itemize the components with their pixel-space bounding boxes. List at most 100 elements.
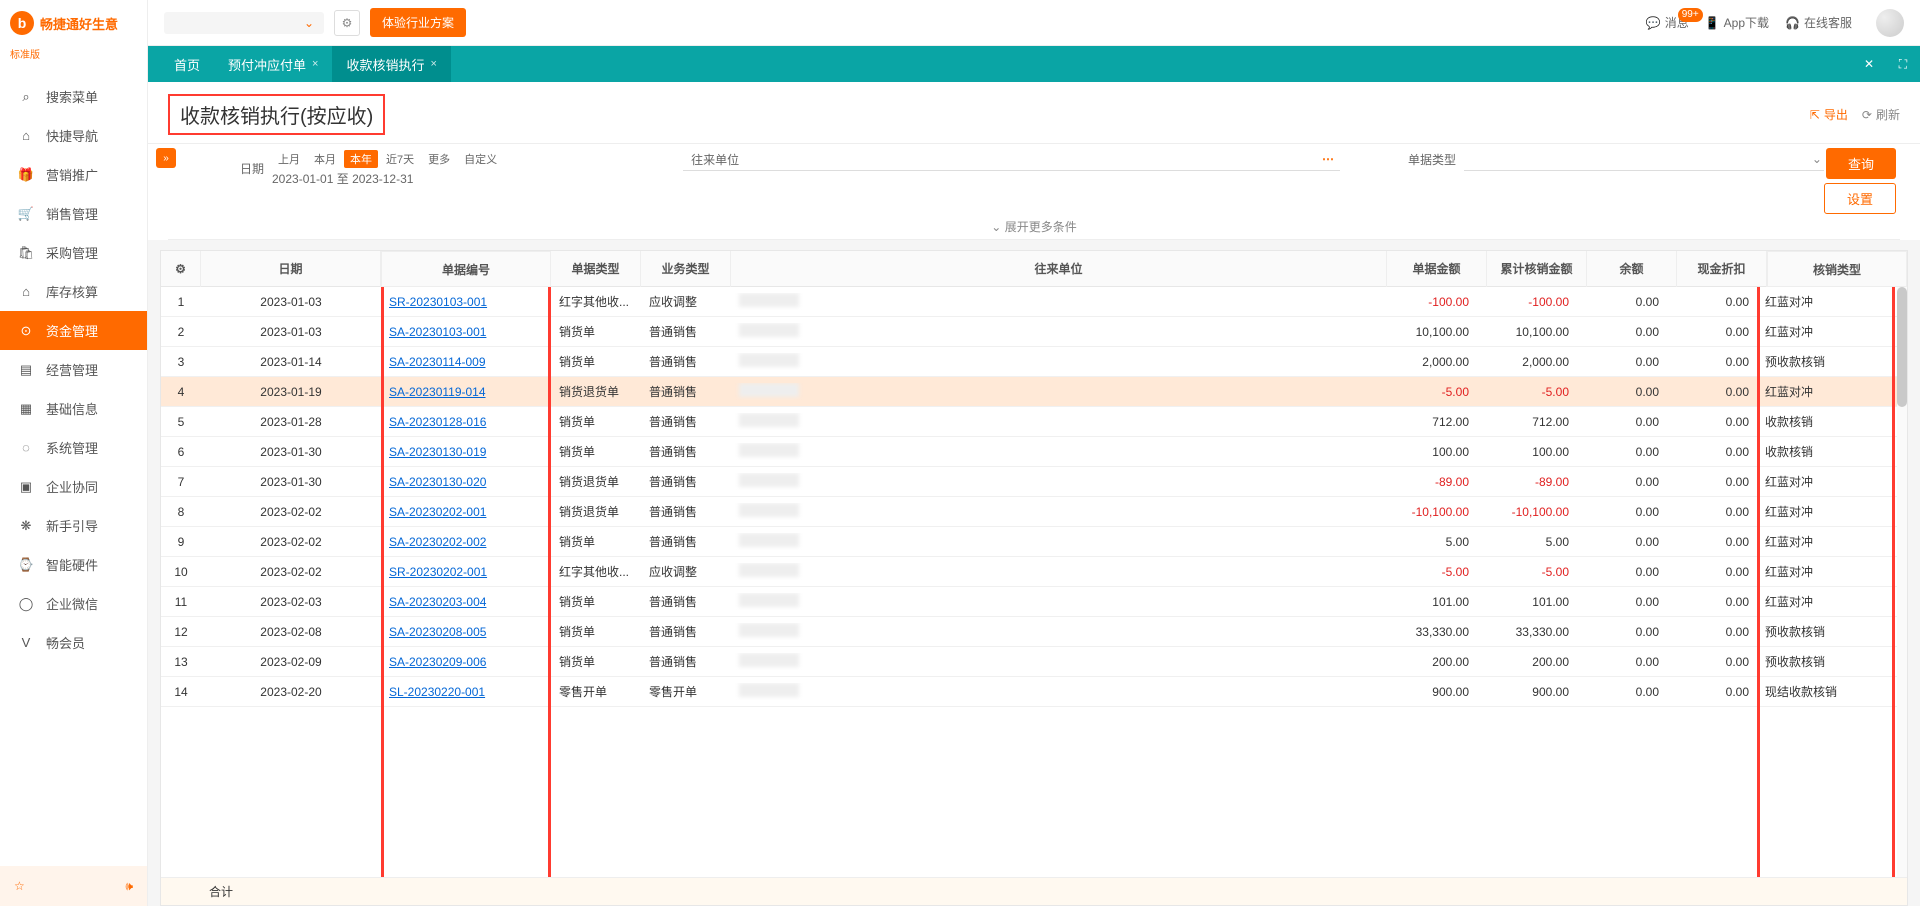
sidebar-item-14[interactable]: V畅会员: [0, 623, 147, 662]
table-row[interactable]: 92023-02-02SA-20230202-002销货单普通销售5.005.0…: [161, 527, 1897, 557]
avatar[interactable]: [1876, 9, 1904, 37]
doc-link[interactable]: SA-20230119-014: [389, 385, 486, 399]
wechat-icon: ◯: [18, 596, 34, 612]
tab-1[interactable]: 预付冲应付单×: [214, 46, 332, 82]
cell-date: 2023-02-20: [201, 685, 381, 699]
tab-2[interactable]: 收款核销执行×: [332, 46, 450, 82]
col-date[interactable]: 日期: [201, 251, 381, 287]
date-pill-3[interactable]: 近7天: [380, 150, 420, 168]
date-pill-1[interactable]: 本月: [308, 150, 342, 168]
col-doc-no[interactable]: 单据编号: [381, 251, 551, 287]
cell-doc-type: 销货退货单: [551, 503, 641, 520]
export-button[interactable]: ⇱ 导出: [1810, 106, 1848, 123]
cell-doc-no: SA-20230202-002: [381, 535, 551, 549]
sidebar-item-0[interactable]: ⌕搜索菜单: [0, 77, 147, 116]
col-cum-writeoff[interactable]: 累计核销金额: [1487, 251, 1587, 287]
tab-0[interactable]: 首页: [160, 46, 214, 82]
date-pill-4[interactable]: 更多: [422, 150, 456, 168]
col-doc-type[interactable]: 单据类型: [551, 251, 641, 287]
table-row[interactable]: 142023-02-20SL-20230220-001零售开单零售开单900.0…: [161, 677, 1897, 707]
table-row[interactable]: 132023-02-09SA-20230209-006销货单普通销售200.00…: [161, 647, 1897, 677]
table-row[interactable]: 72023-01-30SA-20230130-020销货退货单普通销售-89.0…: [161, 467, 1897, 497]
sidebar-item-5[interactable]: ⌂库存核算: [0, 272, 147, 311]
sidebar-item-label: 销售管理: [46, 204, 98, 223]
date-pill-2[interactable]: 本年: [344, 150, 378, 168]
sidebar-item-1[interactable]: ⌂快捷导航: [0, 116, 147, 155]
table-row[interactable]: 82023-02-02SA-20230202-001销货退货单普通销售-10,1…: [161, 497, 1897, 527]
app-download-link[interactable]: 📱App下载: [1705, 14, 1769, 31]
partner-input[interactable]: [739, 148, 1316, 170]
star-icon[interactable]: ☆: [14, 879, 25, 893]
online-service-link[interactable]: 🎧在线客服: [1785, 14, 1852, 31]
sidebar-item-3[interactable]: 🛒销售管理: [0, 194, 147, 233]
collapse-filter-button[interactable]: »: [156, 148, 176, 168]
sidebar-item-2[interactable]: 🎁营销推广: [0, 155, 147, 194]
sound-icon[interactable]: 🕪: [125, 879, 133, 894]
col-settings-icon[interactable]: ⚙: [161, 251, 201, 287]
sidebar-item-8[interactable]: ▦基础信息: [0, 389, 147, 428]
cell-doc-no: SA-20230208-005: [381, 625, 551, 639]
doc-link[interactable]: SA-20230128-016: [389, 415, 486, 429]
table-row[interactable]: 52023-01-28SA-20230128-016销货单普通销售712.007…: [161, 407, 1897, 437]
doc-link[interactable]: SA-20230114-009: [389, 355, 486, 369]
doc-link[interactable]: SR-20230103-001: [389, 295, 487, 309]
col-partner[interactable]: 往来单位: [731, 251, 1387, 287]
expand-conditions[interactable]: ⌄ 展开更多条件: [168, 214, 1900, 240]
table-row[interactable]: 102023-02-02SR-20230202-001红字其他收...应收调整-…: [161, 557, 1897, 587]
sidebar-item-6[interactable]: ⊙资金管理: [0, 311, 147, 350]
col-biz-kind[interactable]: 业务类型: [641, 251, 731, 287]
doctype-select[interactable]: ⌄: [1464, 148, 1824, 171]
cell-cum: -5.00: [1477, 385, 1577, 399]
cell-date: 2023-02-02: [201, 505, 381, 519]
doc-link[interactable]: SA-20230103-001: [389, 325, 486, 339]
sidebar-item-13[interactable]: ◯企业微信: [0, 584, 147, 623]
doc-link[interactable]: SA-20230130-019: [389, 445, 486, 459]
doc-link[interactable]: SA-20230130-020: [389, 475, 486, 489]
doc-link[interactable]: SR-20230202-001: [389, 565, 487, 579]
close-icon[interactable]: ×: [430, 58, 436, 70]
doc-link[interactable]: SA-20230202-001: [389, 505, 486, 519]
close-icon[interactable]: ×: [312, 58, 318, 70]
sidebar-item-12[interactable]: ⌚智能硬件: [0, 545, 147, 584]
doc-link[interactable]: SL-20230220-001: [389, 685, 485, 699]
col-cash-discount[interactable]: 现金折扣: [1677, 251, 1767, 287]
close-tab-button[interactable]: ✕: [1852, 46, 1886, 82]
table-row[interactable]: 42023-01-19SA-20230119-014销货退货单普通销售-5.00…: [161, 377, 1897, 407]
doc-link[interactable]: SA-20230203-004: [389, 595, 486, 609]
col-amount[interactable]: 单据金额: [1387, 251, 1487, 287]
cell-biz-kind: 普通销售: [641, 623, 731, 640]
table-row[interactable]: 112023-02-03SA-20230203-004销货单普通销售101.00…: [161, 587, 1897, 617]
doc-link[interactable]: SA-20230209-006: [389, 655, 486, 669]
sidebar-item-4[interactable]: 🛍采购管理: [0, 233, 147, 272]
cell-doc-no: SA-20230130-019: [381, 445, 551, 459]
table-row[interactable]: 122023-02-08SA-20230208-005销货单普通销售33,330…: [161, 617, 1897, 647]
settings-icon[interactable]: ⚙: [334, 10, 360, 36]
col-balance[interactable]: 余额: [1587, 251, 1677, 287]
table-row[interactable]: 32023-01-14SA-20230114-009销货单普通销售2,000.0…: [161, 347, 1897, 377]
messages-link[interactable]: 💬 消息 99+: [1646, 14, 1689, 31]
sidebar-item-10[interactable]: ▣企业协同: [0, 467, 147, 506]
doc-link[interactable]: SA-20230208-005: [389, 625, 486, 639]
table-row[interactable]: 12023-01-03SR-20230103-001红字其他收...应收调整-1…: [161, 287, 1897, 317]
industry-button[interactable]: 体验行业方案: [370, 8, 466, 37]
sidebar-item-11[interactable]: ❋新手引导: [0, 506, 147, 545]
cell-biz-kind: 普通销售: [641, 653, 731, 670]
table-row[interactable]: 62023-01-30SA-20230130-019销货单普通销售100.001…: [161, 437, 1897, 467]
doc-link[interactable]: SA-20230202-002: [389, 535, 486, 549]
company-select[interactable]: ⌄: [164, 12, 324, 34]
cell-amount: -5.00: [1377, 565, 1477, 579]
col-writeoff-type[interactable]: 核销类型: [1767, 251, 1907, 287]
sidebar-item-7[interactable]: ▤经营管理: [0, 350, 147, 389]
date-pill-5[interactable]: 自定义: [458, 150, 503, 168]
settings-button[interactable]: 设置: [1824, 183, 1896, 214]
sidebar-menu: ⌕搜索菜单⌂快捷导航🎁营销推广🛒销售管理🛍采购管理⌂库存核算⊙资金管理▤经营管理…: [0, 67, 147, 866]
scrollbar-thumb[interactable]: [1897, 287, 1907, 407]
table-row[interactable]: 22023-01-03SA-20230103-001销货单普通销售10,100.…: [161, 317, 1897, 347]
partner-more-icon[interactable]: ⋯: [1316, 152, 1340, 166]
query-button[interactable]: 查询: [1826, 148, 1896, 179]
fullscreen-button[interactable]: ⛶: [1886, 46, 1920, 82]
scrollbar-track[interactable]: [1897, 287, 1907, 877]
date-pill-0[interactable]: 上月: [272, 150, 306, 168]
sidebar-item-9[interactable]: ◌系统管理: [0, 428, 147, 467]
refresh-button[interactable]: ⟳ 刷新: [1862, 106, 1900, 123]
